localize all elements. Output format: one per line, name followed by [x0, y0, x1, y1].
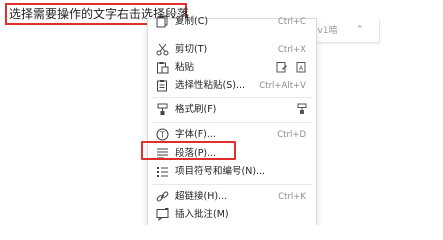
menu-item-insert-comment[interactable]: 插入批注(M): [148, 206, 316, 224]
copy-icon: [156, 15, 169, 28]
paste-icon: [156, 61, 169, 74]
menu-item-hyperlink[interactable]: 超链接(H)... Ctrl+K: [148, 188, 316, 206]
format-painter-extra-icon[interactable]: [296, 103, 308, 115]
menu-item-shortcut: Ctrl+C: [277, 17, 306, 27]
menu-item-label: 格式刷(F): [175, 104, 217, 115]
context-menu: 复制(C) Ctrl+C 剪切(T) Ctrl+X 粘贴 A 选择性粘贴(S).…: [147, 15, 317, 225]
menu-item-paste-special[interactable]: 选择性粘贴(S)... Ctrl+Alt+V: [148, 77, 316, 95]
screenshot-stage: ~v1暗 ⌃ 选择需要操作的文字右击选择段落 复制(C) Ctrl+C 剪切(T…: [0, 0, 443, 225]
menu-item-label: 粘贴: [175, 62, 195, 73]
menu-separator: [152, 122, 312, 123]
menu-item-label: 插入批注(M): [175, 209, 229, 220]
link-icon: [156, 190, 169, 203]
menu-item-label: 超链接(H)...: [175, 191, 228, 202]
menu-item-label: 复制(C): [175, 16, 209, 27]
svg-text:A: A: [299, 65, 304, 72]
menu-item-shortcut: Ctrl+D: [277, 130, 306, 140]
menu-item-label: 字体(F)...: [175, 129, 216, 140]
font-icon: T: [156, 128, 169, 141]
menu-item-bullets-numbering[interactable]: 项目符号和编号(N)...: [148, 163, 316, 181]
menu-separator: [152, 184, 312, 185]
menu-item-copy[interactable]: 复制(C) Ctrl+C: [148, 13, 316, 31]
menu-item-shortcut: Ctrl+X: [277, 45, 306, 55]
paste-keep-format-icon[interactable]: [276, 61, 288, 73]
paragraph-highlight-box: [141, 141, 236, 160]
menu-item-shortcut: Ctrl+Alt+V: [259, 81, 306, 91]
format-painter-icon: [156, 103, 169, 116]
menu-item-label: 选择性粘贴(S)...: [175, 80, 246, 91]
chevron-up-icon[interactable]: ⌃: [356, 25, 364, 35]
bullets-numbering-icon: [156, 165, 169, 178]
menu-item-shortcut: Ctrl+K: [278, 192, 306, 202]
paste-special-icon: [156, 79, 169, 92]
menu-item-cut[interactable]: 剪切(T) Ctrl+X: [148, 41, 316, 59]
comment-icon: [156, 208, 169, 221]
svg-text:T: T: [159, 131, 165, 140]
menu-item-paste[interactable]: 粘贴 A: [148, 59, 316, 77]
menu-separator: [152, 97, 312, 98]
menu-item-label: 项目符号和编号(N)...: [175, 166, 266, 177]
scissors-icon: [156, 43, 169, 56]
menu-item-label: 剪切(T): [175, 44, 208, 55]
menu-item-format-painter[interactable]: 格式刷(F): [148, 101, 316, 119]
paste-text-only-icon[interactable]: A: [296, 61, 308, 73]
